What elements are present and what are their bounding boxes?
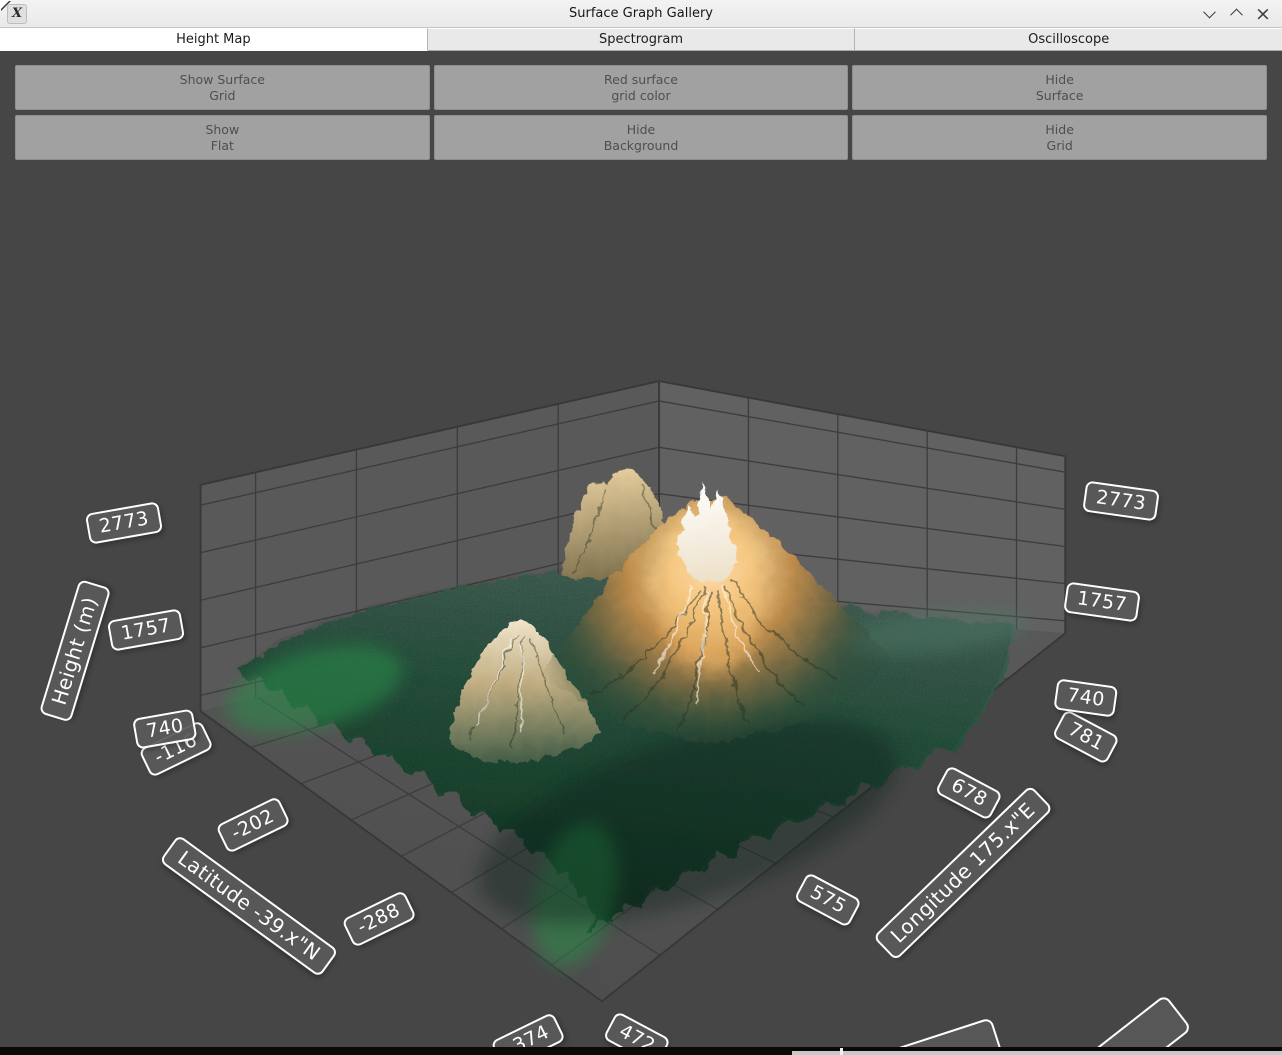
tab-height-map[interactable]: Height Map xyxy=(0,28,428,51)
button-label: Hide xyxy=(1045,72,1074,88)
app-window: X Surface Graph Gallery × Height Map Spe… xyxy=(0,0,1282,1055)
maximize-button[interactable] xyxy=(1227,5,1245,23)
background-window-mark xyxy=(840,1048,843,1055)
button-label: grid color xyxy=(611,88,670,104)
close-icon: × xyxy=(1255,5,1271,23)
controls-button-grid: Show Surface Grid Red surface grid color… xyxy=(15,65,1267,160)
button-label: Flat xyxy=(211,138,234,154)
chevron-up-icon xyxy=(1230,9,1243,22)
tab-bar: Height Map Spectrogram Oscilloscope xyxy=(0,28,1282,51)
button-label: Grid xyxy=(209,88,235,104)
hide-grid-button[interactable]: Hide Grid xyxy=(852,115,1267,160)
chevron-down-icon xyxy=(1203,6,1216,19)
tab-oscilloscope[interactable]: Oscilloscope xyxy=(855,28,1282,51)
tab-spectrogram[interactable]: Spectrogram xyxy=(428,28,856,51)
window-controls: × xyxy=(1200,5,1282,23)
button-label: Hide xyxy=(627,122,656,138)
button-label: Surface xyxy=(1036,88,1084,104)
close-button[interactable]: × xyxy=(1254,5,1272,23)
show-surface-grid-button[interactable]: Show Surface Grid xyxy=(15,65,430,110)
window-title: Surface Graph Gallery xyxy=(0,6,1282,21)
button-label: Show Surface xyxy=(180,72,265,88)
surface-grid-color-button[interactable]: Red surface grid color xyxy=(434,65,849,110)
button-label: Red surface xyxy=(604,72,678,88)
mouse-cursor xyxy=(0,0,10,10)
minimize-button[interactable] xyxy=(1200,5,1218,23)
title-bar: X Surface Graph Gallery × xyxy=(0,0,1282,28)
button-label: Background xyxy=(604,138,679,154)
hide-background-button[interactable]: Hide Background xyxy=(434,115,849,160)
height-map-panel: 781678575472Longitude 175.x"E-116-202-28… xyxy=(0,51,1282,1047)
button-label: Hide xyxy=(1045,122,1074,138)
surface-3d-view[interactable] xyxy=(0,51,1282,1047)
background-window-edge xyxy=(792,1051,1282,1055)
hide-surface-button[interactable]: Hide Surface xyxy=(852,65,1267,110)
button-label: Grid xyxy=(1047,138,1073,154)
show-flat-button[interactable]: Show Flat xyxy=(15,115,430,160)
desktop-strip xyxy=(0,1047,1282,1055)
button-label: Show xyxy=(205,122,239,138)
